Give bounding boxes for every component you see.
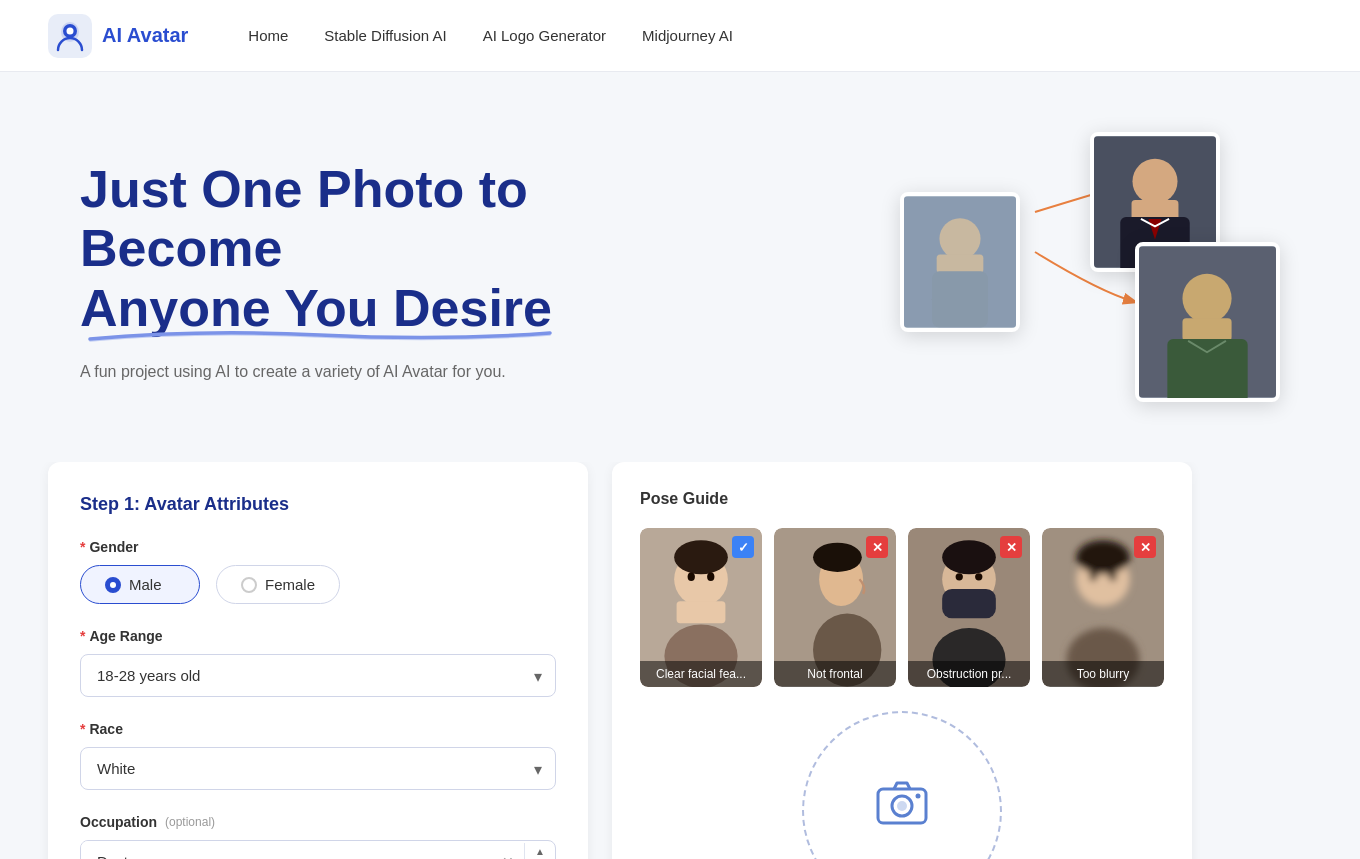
pose-label-obstruction: Obstruction pr... (908, 661, 1030, 687)
svg-point-24 (688, 573, 695, 582)
svg-rect-8 (932, 271, 988, 327)
age-label: * Age Range (80, 628, 556, 644)
nav-midjourney[interactable]: Midjourney AI (642, 27, 733, 44)
pose-badge-notfrontal: ✕ (866, 536, 888, 558)
pose-item-notfrontal-inner: ✕ Not frontal (774, 528, 896, 687)
pose-label-notfrontal: Not frontal (774, 661, 896, 687)
occupation-stepper-up[interactable]: ▲ (524, 843, 555, 859)
pose-item-notfrontal: ✕ Not frontal (774, 528, 896, 687)
main-content: Step 1: Avatar Attributes * Gender Male … (0, 462, 1360, 859)
age-group: * Age Range 18-28 years old 29-40 years … (80, 628, 556, 697)
svg-point-36 (975, 573, 982, 580)
occupation-input[interactable] (81, 841, 492, 859)
gender-female-dot (241, 577, 257, 593)
svg-point-29 (813, 543, 862, 572)
pose-label-clear: Clear facial fea... (640, 661, 762, 687)
gender-radio-group: Male Female (80, 565, 556, 604)
step-title: Step 1: Avatar Attributes (80, 494, 556, 515)
occupation-input-wrapper: ✕ ▲ ▼ (80, 840, 556, 859)
svg-point-40 (1076, 540, 1130, 574)
pose-item-blurry: ✕ Too blurry (1042, 528, 1164, 687)
svg-rect-34 (942, 589, 996, 618)
svg-point-35 (956, 573, 963, 580)
race-select[interactable]: White Asian Black Hispanic Other (80, 747, 556, 790)
hero-section: Just One Photo to Become Anyone You Desi… (0, 72, 1360, 462)
svg-rect-7 (937, 255, 984, 274)
svg-point-42 (1109, 573, 1116, 582)
pose-panel: Pose Guide (612, 462, 1192, 859)
svg-point-23 (674, 540, 728, 574)
occupation-label: Occupation (optional) (80, 814, 556, 830)
hero-text: Just One Photo to Become Anyone You Desi… (80, 160, 640, 385)
logo-title: AI Avatar (102, 24, 188, 47)
pose-badge-blurry: ✕ (1134, 536, 1156, 558)
upload-area[interactable] (802, 711, 1002, 859)
pose-item-blurry-inner: ✕ Too blurry (1042, 528, 1164, 687)
gender-required-star: * (80, 539, 85, 555)
logo-icon (48, 14, 92, 58)
pose-item-obstruction-inner: ✕ Obstruction pr... (908, 528, 1030, 687)
race-group: * Race White Asian Black Hispanic Other (80, 721, 556, 790)
svg-point-3 (67, 27, 74, 34)
svg-point-10 (1132, 159, 1177, 204)
svg-point-15 (1182, 274, 1231, 323)
pose-item-clear-inner: ✓ Clear facial fea... (640, 528, 762, 687)
svg-point-46 (916, 794, 921, 799)
race-required-star: * (80, 721, 85, 737)
pose-badge-clear: ✓ (732, 536, 754, 558)
pose-item-clear: ✓ Clear facial fea... (640, 528, 762, 687)
hero-underline-decoration (80, 327, 560, 345)
form-panel: Step 1: Avatar Attributes * Gender Male … (48, 462, 588, 859)
age-required-star: * (80, 628, 85, 644)
svg-point-45 (897, 801, 907, 811)
nav-links: Home Stable Diffusion AI AI Logo Generat… (248, 27, 733, 45)
svg-rect-18 (1167, 339, 1247, 402)
hero-images (900, 132, 1280, 412)
nav-logo-generator[interactable]: AI Logo Generator (483, 27, 606, 44)
nav-home[interactable]: Home (248, 27, 288, 44)
camera-icon (874, 777, 930, 836)
gender-male-dot (105, 577, 121, 593)
gender-label: * Gender (80, 539, 556, 555)
gender-female-option[interactable]: Female (216, 565, 340, 604)
logo-link[interactable]: AI Avatar (48, 14, 188, 58)
svg-rect-17 (1182, 318, 1231, 341)
occupation-stepper: ▲ ▼ (524, 843, 555, 859)
svg-point-33 (942, 540, 996, 574)
svg-point-41 (1090, 573, 1097, 582)
hero-source-image (900, 192, 1020, 332)
race-select-wrapper: White Asian Black Hispanic Other (80, 747, 556, 790)
svg-point-25 (707, 573, 714, 582)
svg-rect-22 (677, 601, 726, 623)
hero-output-bottom (1135, 242, 1280, 402)
pose-badge-obstruction: ✕ (1000, 536, 1022, 558)
pose-item-obstruction: ✕ Obstruction pr... (908, 528, 1030, 687)
occupation-group: Occupation (optional) ✕ ▲ ▼ (80, 814, 556, 859)
age-select-wrapper: 18-28 years old 29-40 years old 41-60 ye… (80, 654, 556, 697)
race-label: * Race (80, 721, 556, 737)
gender-male-option[interactable]: Male (80, 565, 200, 604)
nav-stable-diffusion[interactable]: Stable Diffusion AI (324, 27, 446, 44)
pose-guide-title: Pose Guide (640, 490, 1164, 508)
navbar: AI Avatar Home Stable Diffusion AI AI Lo… (0, 0, 1360, 72)
pose-images-row: ✓ Clear facial fea... (640, 528, 1164, 687)
pose-label-blurry: Too blurry (1042, 661, 1164, 687)
gender-group: * Gender Male Female (80, 539, 556, 604)
svg-point-5 (939, 218, 980, 259)
hero-subtitle: A fun project using AI to create a varie… (80, 359, 640, 385)
occupation-clear-button[interactable]: ✕ (492, 848, 524, 860)
hero-title: Just One Photo to Become Anyone You Desi… (80, 160, 640, 339)
occupation-optional: (optional) (165, 815, 215, 829)
age-select[interactable]: 18-28 years old 29-40 years old 41-60 ye… (80, 654, 556, 697)
